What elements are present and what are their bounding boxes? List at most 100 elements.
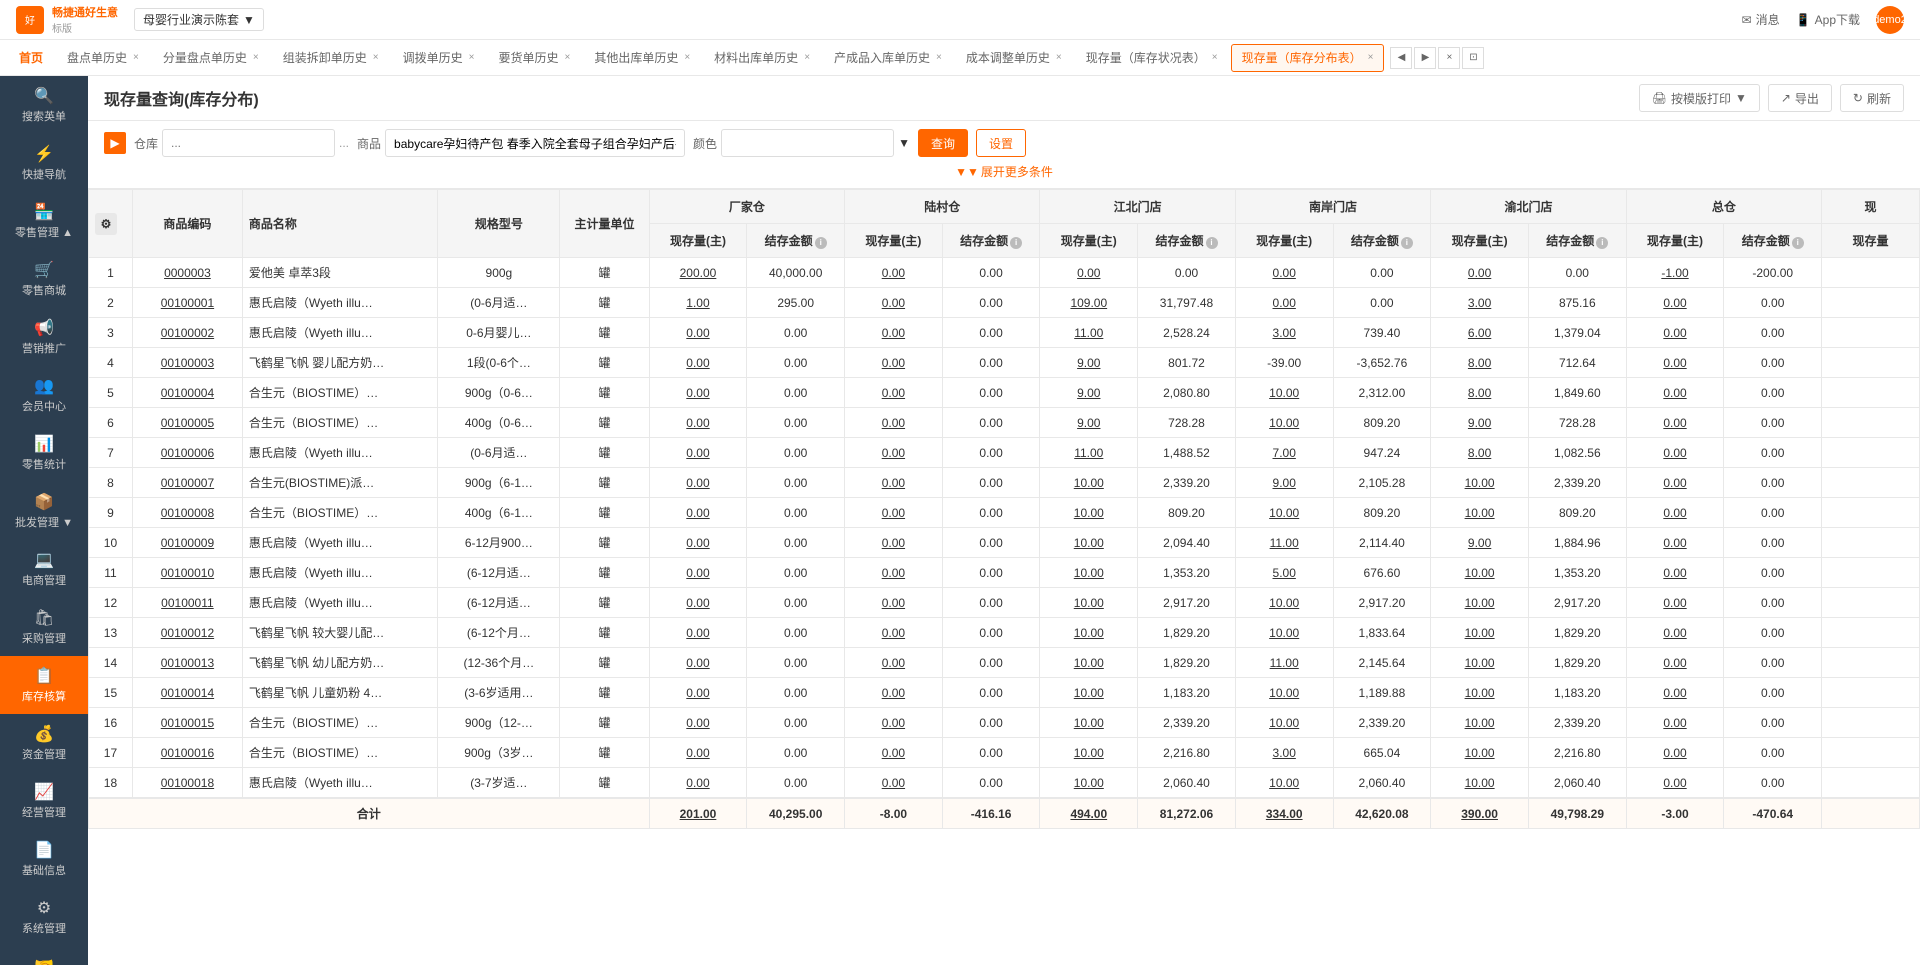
nanan-bal-info[interactable]: i (1401, 237, 1413, 249)
cell-yubei-cur[interactable]: 10.00 (1431, 468, 1529, 498)
cell-nanan-cur[interactable]: 10.00 (1235, 378, 1333, 408)
cell-luodan-cur[interactable]: 0.00 (845, 558, 943, 588)
tab-home[interactable]: 首页 (8, 44, 54, 72)
cell-yubei-cur[interactable]: 10.00 (1431, 738, 1529, 768)
cell-factory-cur[interactable]: 0.00 (649, 738, 747, 768)
cell-yubei-cur[interactable]: 3.00 (1431, 288, 1529, 318)
cell-factory-cur[interactable]: 0.00 (649, 648, 747, 678)
avatar[interactable]: demo2 (1876, 6, 1904, 34)
app-download-btn[interactable]: 📱 App下载 (1796, 11, 1860, 28)
cell-code[interactable]: 00100018 (132, 768, 242, 799)
cell-yubei-cur[interactable]: 10.00 (1431, 618, 1529, 648)
cell-code[interactable]: 00100008 (132, 498, 242, 528)
jiangbei-bal-info[interactable]: i (1206, 237, 1218, 249)
print-btn[interactable]: 🖨 按模版打印 ▼ (1639, 84, 1760, 112)
cell-jiangbei-cur[interactable]: 10.00 (1040, 618, 1138, 648)
cell-factory-cur[interactable]: 0.00 (649, 678, 747, 708)
cell-jiangbei-cur[interactable]: 11.00 (1040, 438, 1138, 468)
settings-btn[interactable]: 设置 (976, 129, 1026, 157)
cell-jiangbei-cur[interactable]: 10.00 (1040, 678, 1138, 708)
cell-luodan-cur[interactable]: 0.00 (845, 678, 943, 708)
cell-jiangbei-cur[interactable]: 9.00 (1040, 348, 1138, 378)
cell-nanan-cur[interactable]: -39.00 (1235, 348, 1333, 378)
cell-yubei-cur[interactable]: 8.00 (1431, 378, 1529, 408)
cell-code[interactable]: 00100009 (132, 528, 242, 558)
cell-yubei-cur[interactable]: 10.00 (1431, 558, 1529, 588)
cell-yubei-cur[interactable]: 6.00 (1431, 318, 1529, 348)
cell-nanan-cur[interactable]: 3.00 (1235, 738, 1333, 768)
cell-yubei-cur[interactable]: 10.00 (1431, 588, 1529, 618)
cell-jiangbei-cur[interactable]: 10.00 (1040, 498, 1138, 528)
cell-total-cur[interactable]: 0.00 (1626, 768, 1724, 799)
cell-nanan-cur[interactable]: 3.00 (1235, 318, 1333, 348)
sidebar-item-retail-mgmt[interactable]: 🏪 零售管理 ▲ (0, 192, 88, 250)
cell-luodan-cur[interactable]: 0.00 (845, 648, 943, 678)
query-btn[interactable]: 查询 (918, 129, 968, 157)
cell-factory-cur[interactable]: 0.00 (649, 558, 747, 588)
cell-jiangbei-cur[interactable]: 11.00 (1040, 318, 1138, 348)
summary-nanan-cur[interactable]: 334.00 (1235, 798, 1333, 829)
tab-prev-btn[interactable]: ◀ (1390, 47, 1412, 69)
yubei-bal-info[interactable]: i (1596, 237, 1608, 249)
cell-jiangbei-cur[interactable]: 10.00 (1040, 768, 1138, 799)
luodan-bal-info[interactable]: i (1010, 237, 1022, 249)
cell-jiangbei-cur[interactable]: 10.00 (1040, 468, 1138, 498)
cell-factory-cur[interactable]: 0.00 (649, 318, 747, 348)
cell-code[interactable]: 00100003 (132, 348, 242, 378)
color-input[interactable] (721, 129, 894, 157)
total-bal-info[interactable]: i (1792, 237, 1804, 249)
cell-nanan-cur[interactable]: 10.00 (1235, 408, 1333, 438)
cell-factory-cur[interactable]: 0.00 (649, 768, 747, 799)
cell-luodan-cur[interactable]: 0.00 (845, 498, 943, 528)
sidebar-item-collab[interactable]: 🤝 企业协同 (0, 946, 88, 965)
cell-total-cur[interactable]: 0.00 (1626, 498, 1724, 528)
sidebar-item-ecommerce[interactable]: 💻 电商管理 (0, 540, 88, 598)
cell-factory-cur[interactable]: 0.00 (649, 348, 747, 378)
cell-luodan-cur[interactable]: 0.00 (845, 438, 943, 468)
sidebar-item-search[interactable]: 🔍 搜索英单 (0, 76, 88, 134)
cell-jiangbei-cur[interactable]: 10.00 (1040, 588, 1138, 618)
cell-nanan-cur[interactable]: 11.00 (1235, 528, 1333, 558)
cell-code[interactable]: 00100004 (132, 378, 242, 408)
refresh-btn[interactable]: ↻ 刷新 (1840, 84, 1904, 112)
cell-factory-cur[interactable]: 1.00 (649, 288, 747, 318)
cell-yubei-cur[interactable]: 10.00 (1431, 708, 1529, 738)
cell-total-cur[interactable]: 0.00 (1626, 648, 1724, 678)
cell-jiangbei-cur[interactable]: 10.00 (1040, 708, 1138, 738)
cell-jiangbei-cur[interactable]: 10.00 (1040, 648, 1138, 678)
cell-nanan-cur[interactable]: 7.00 (1235, 438, 1333, 468)
cell-jiangbei-cur[interactable]: 10.00 (1040, 738, 1138, 768)
cell-code[interactable]: 00100005 (132, 408, 242, 438)
tab-stock-check[interactable]: 盘点单历史 × (56, 44, 150, 72)
summary-jiangbei-cur[interactable]: 494.00 (1040, 798, 1138, 829)
cell-code[interactable]: 00100002 (132, 318, 242, 348)
cell-nanan-cur[interactable]: 10.00 (1235, 678, 1333, 708)
cell-code[interactable]: 00100012 (132, 618, 242, 648)
message-btn[interactable]: ✉ 消息 (1742, 11, 1780, 28)
tab-inventory-dist[interactable]: 现存量（库存分布表） × (1231, 44, 1385, 72)
cell-yubei-cur[interactable]: 10.00 (1431, 498, 1529, 528)
cell-total-cur[interactable]: 0.00 (1626, 378, 1724, 408)
sidebar-item-member[interactable]: 👥 会员中心 (0, 366, 88, 424)
cell-total-cur[interactable]: 0.00 (1626, 738, 1724, 768)
cell-total-cur[interactable]: 0.00 (1626, 588, 1724, 618)
cell-jiangbei-cur[interactable]: 9.00 (1040, 378, 1138, 408)
cell-nanan-cur[interactable]: 10.00 (1235, 498, 1333, 528)
tab-other-out[interactable]: 其他出库单历史 × (583, 44, 701, 72)
tab-inventory-status[interactable]: 现存量（库存状况表） × (1075, 44, 1229, 72)
cell-jiangbei-cur[interactable]: 10.00 (1040, 558, 1138, 588)
filter-toggle-btn[interactable]: ▶ (104, 132, 126, 154)
cell-code[interactable]: 00100001 (132, 288, 242, 318)
cell-yubei-cur[interactable]: 10.00 (1431, 678, 1529, 708)
cell-factory-cur[interactable]: 0.00 (649, 468, 747, 498)
cell-total-cur[interactable]: 0.00 (1626, 348, 1724, 378)
cell-factory-cur[interactable]: 0.00 (649, 588, 747, 618)
cell-factory-cur[interactable]: 0.00 (649, 708, 747, 738)
cell-luodan-cur[interactable]: 0.00 (845, 348, 943, 378)
tab-assemble[interactable]: 组装拆卸单历史 × (272, 44, 390, 72)
sidebar-item-retail-mall[interactable]: 🛒 零售商城 (0, 250, 88, 308)
tab-expand-btn[interactable]: ⊡ (1462, 47, 1484, 69)
sidebar-item-retail-stats[interactable]: 📊 零售统计 (0, 424, 88, 482)
cell-code[interactable]: 00100014 (132, 678, 242, 708)
sidebar-item-inventory[interactable]: 📋 库存核算 (0, 656, 88, 714)
